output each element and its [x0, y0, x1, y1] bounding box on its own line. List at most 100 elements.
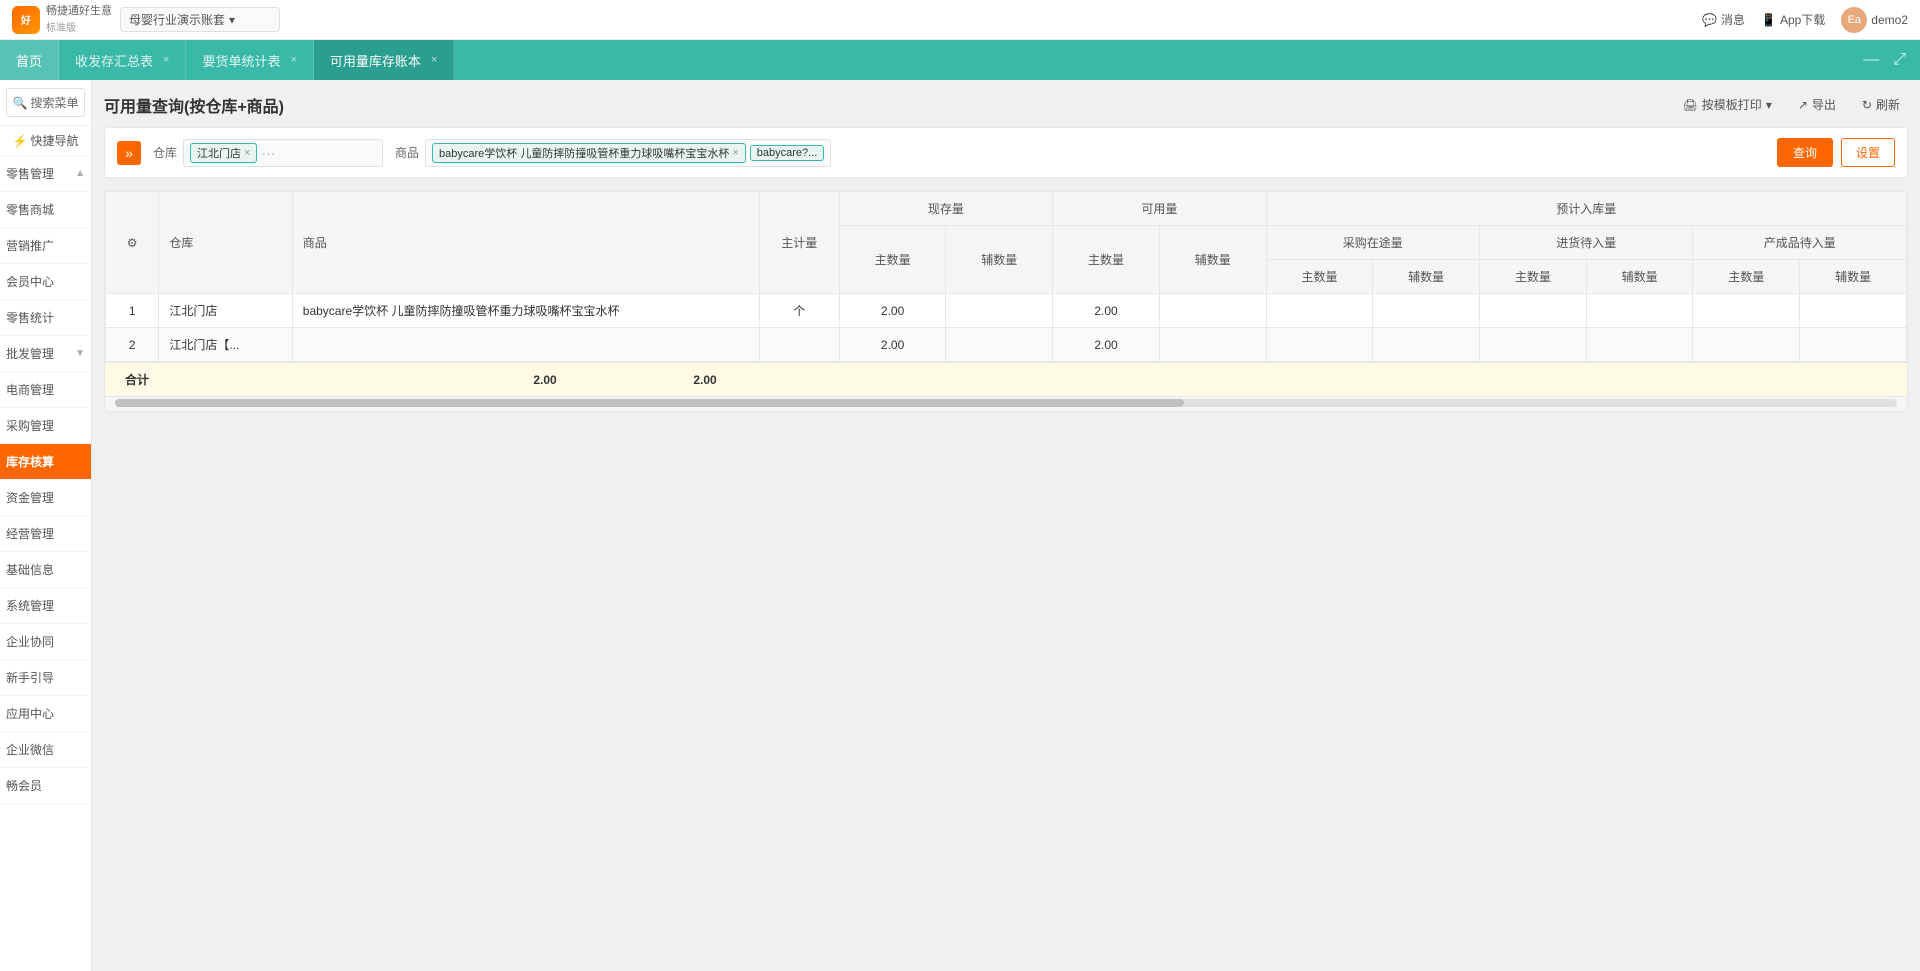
- cell-purchase-aux: [1373, 294, 1480, 328]
- close-requisition-icon[interactable]: ×: [290, 54, 296, 66]
- sidebar-item-member-plan[interactable]: 畅会员: [0, 768, 91, 804]
- warehouse-more-icon[interactable]: ···: [261, 145, 275, 161]
- chevron-icon: ▲: [75, 168, 85, 179]
- logo-sub: 标准版: [46, 19, 112, 34]
- sidebar-item-basic-info[interactable]: 基础信息: [0, 552, 91, 588]
- sidebar-item-new-guide[interactable]: 新手引导: [0, 660, 91, 696]
- sys-mgmt-label: 系统管理: [6, 597, 54, 614]
- sidebar-item-marketing[interactable]: 营销推广: [0, 228, 91, 264]
- filter-actions: 查询 设置: [1777, 138, 1895, 167]
- refresh-btn[interactable]: ↻ 刷新: [1854, 92, 1908, 117]
- goods-tag-close-icon[interactable]: ×: [732, 147, 738, 159]
- query-btn[interactable]: 查询: [1777, 138, 1833, 167]
- retail-mgmt-label: 零售管理: [6, 165, 54, 182]
- quick-nav-icon: ⚡: [13, 134, 28, 148]
- search-menu-label: 搜索菜单: [30, 94, 78, 111]
- cell-inbound-aux: [1586, 294, 1693, 328]
- settings-btn[interactable]: 设置: [1841, 138, 1895, 167]
- sidebar-item-member-center[interactable]: 会员中心: [0, 264, 91, 300]
- cell-production-aux: [1800, 328, 1907, 362]
- receive-send-tab-label: 收发存汇总表: [75, 51, 153, 70]
- print-icon: 🖨: [1683, 98, 1698, 112]
- sidebar-item-ecommerce[interactable]: 电商管理: [0, 372, 91, 408]
- messages-btn[interactable]: 💬 消息: [1702, 11, 1745, 28]
- message-icon: 💬: [1702, 13, 1717, 27]
- cell-inbound-main: [1480, 328, 1587, 362]
- table-footer: 合计 2.00 2.00: [105, 362, 1907, 396]
- cell-purchase-main: [1266, 294, 1373, 328]
- th-available: 可用量: [1053, 192, 1266, 226]
- sidebar-item-inventory[interactable]: 库存核算: [0, 444, 91, 480]
- page-actions: 🖨 按模板打印 ▾ ↗ 导出 ↻ 刷新: [1675, 92, 1908, 117]
- warehouse-tag-container[interactable]: 江北门店 × ···: [183, 139, 383, 167]
- tab-home[interactable]: 首页: [0, 40, 59, 80]
- sidebar-item-retail-mall[interactable]: 零售商城: [0, 192, 91, 228]
- th-goods: 商品: [292, 192, 759, 294]
- user-area[interactable]: Ea demo2: [1841, 7, 1908, 33]
- sidebar-item-retail-mgmt[interactable]: 零售管理 ▲: [0, 156, 91, 192]
- avatar: Ea: [1841, 7, 1867, 33]
- filter-expand-btn[interactable]: »: [117, 141, 141, 165]
- tab-available-inventory[interactable]: 可用量库存账本 ×: [314, 40, 454, 80]
- warehouse-tag-close-icon[interactable]: ×: [244, 147, 250, 159]
- gear-settings-icon[interactable]: ⚙: [127, 236, 138, 250]
- tab-receive-send[interactable]: 收发存汇总表 ×: [59, 40, 186, 80]
- scrollbar-area[interactable]: [105, 396, 1907, 411]
- sidebar-item-wholesale-mgmt[interactable]: 批发管理 ▼: [0, 336, 91, 372]
- th-avail-main: 主数量: [1053, 226, 1160, 294]
- restore-icon[interactable]: ⤢: [1887, 47, 1912, 73]
- table-row: 1 江北门店 babycare学饮杯 儿童防摔防撞吸管杯重力球吸嘴杯宝宝水杯 个…: [106, 294, 1907, 328]
- retail-mall-label: 零售商城: [6, 201, 54, 218]
- goods-filter: 商品 babycare学饮杯 儿童防摔防撞吸管杯重力球吸嘴杯宝宝水杯 × bab…: [395, 139, 831, 167]
- enterprise-wechat-label: 企业微信: [6, 741, 54, 758]
- cell-stock-aux: [946, 328, 1053, 362]
- app-download-btn[interactable]: 📱 App下载: [1761, 11, 1825, 28]
- goods-tag-container[interactable]: babycare学饮杯 儿童防摔防撞吸管杯重力球吸嘴杯宝宝水杯 × babyca…: [425, 139, 831, 167]
- logo-text-area: 畅捷通好生意 标准版: [46, 5, 112, 33]
- refresh-icon: ↻: [1862, 98, 1872, 112]
- search-menu-btn[interactable]: 🔍 搜索菜单: [6, 88, 85, 117]
- th-inbound-main: 主数量: [1480, 260, 1587, 294]
- cell-stock-aux: [946, 294, 1053, 328]
- close-available-inventory-icon[interactable]: ×: [431, 54, 437, 66]
- chevron-icon-2: ▼: [75, 348, 85, 359]
- sidebar-item-finance[interactable]: 资金管理: [0, 480, 91, 516]
- logo-icon: 好: [12, 6, 40, 34]
- close-receive-send-icon[interactable]: ×: [163, 54, 169, 66]
- cell-warehouse: 江北门店: [159, 294, 292, 328]
- sidebar-item-app-center[interactable]: 应用中心: [0, 696, 91, 732]
- tab-requisition[interactable]: 要货单统计表 ×: [186, 40, 313, 80]
- sidebar-item-enterprise-wechat[interactable]: 企业微信: [0, 732, 91, 768]
- download-icon: 📱: [1761, 13, 1776, 27]
- wholesale-mgmt-label: 批发管理: [6, 345, 54, 362]
- cell-no: 2: [106, 328, 159, 362]
- page-header: 可用量查询(按仓库+商品) 🖨 按模板打印 ▾ ↗ 导出 ↻ 刷新: [104, 92, 1908, 117]
- sidebar-item-purchase[interactable]: 采购管理: [0, 408, 91, 444]
- member-plan-label: 畅会员: [6, 777, 42, 794]
- sidebar-item-operations[interactable]: 经营管理: [0, 516, 91, 552]
- th-purchase-transit: 采购在途量: [1266, 226, 1479, 260]
- new-guide-label: 新手引导: [6, 669, 54, 686]
- goods-tag-babycare2: babycare?...: [750, 145, 825, 161]
- cell-stock-main: 2.00: [839, 328, 946, 362]
- print-template-btn[interactable]: 🖨 按模板打印 ▾: [1675, 92, 1780, 117]
- sidebar-item-enterprise[interactable]: 企业协同: [0, 624, 91, 660]
- inventory-label: 库存核算: [6, 453, 54, 470]
- minimize-icon[interactable]: —: [1857, 47, 1885, 73]
- app-download-label: App下载: [1780, 11, 1825, 28]
- cell-production-main: [1693, 294, 1800, 328]
- main-layout: 🔍 搜索菜单 ⚡ 快捷导航 零售管理 ▲ 零售商城 营销推广 会员中心 零售统计…: [0, 80, 1920, 971]
- industry-selector[interactable]: 母婴行业演示账套 ▾: [120, 7, 280, 32]
- sidebar-item-sys-mgmt[interactable]: 系统管理: [0, 588, 91, 624]
- cell-production-main: [1693, 328, 1800, 362]
- cell-goods: [292, 328, 759, 362]
- th-main-unit: 主计量: [759, 192, 839, 294]
- quick-nav-btn[interactable]: ⚡ 快捷导航: [0, 126, 91, 156]
- scrollbar-thumb[interactable]: [115, 399, 1184, 407]
- page-title: 可用量查询(按仓库+商品): [104, 93, 284, 117]
- export-btn[interactable]: ↗ 导出: [1790, 92, 1844, 117]
- sidebar-item-retail-stats[interactable]: 零售统计: [0, 300, 91, 336]
- warehouse-filter-label: 仓库: [153, 144, 177, 161]
- cell-avail-main: 2.00: [1053, 328, 1160, 362]
- ecommerce-label: 电商管理: [6, 381, 54, 398]
